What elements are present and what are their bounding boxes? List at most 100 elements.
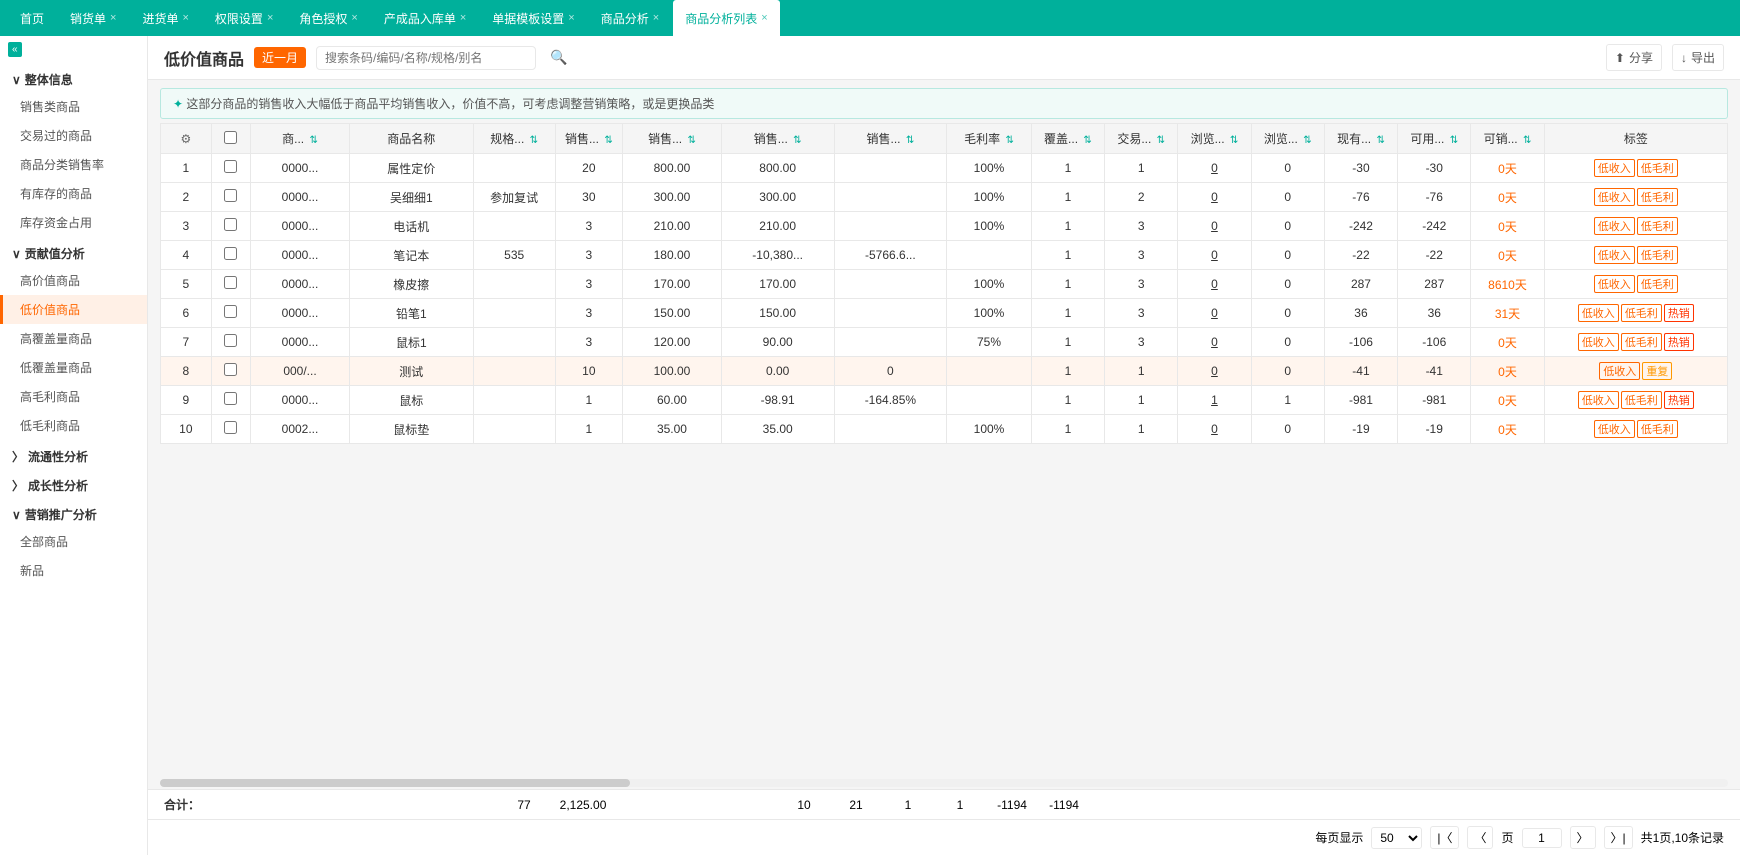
select-all-checkbox[interactable]: [224, 131, 237, 144]
row-checkbox[interactable]: [224, 160, 237, 173]
search-input[interactable]: [316, 46, 536, 70]
cell-sales2: 170.00: [721, 270, 834, 299]
cell-check[interactable]: [211, 415, 250, 444]
sidebar-item-low-margin[interactable]: 低毛利商品: [0, 411, 147, 440]
sidebar-group-growth[interactable]: 〉 成长性分析: [0, 469, 147, 498]
cell-check[interactable]: [211, 357, 250, 386]
cell-check[interactable]: [211, 270, 250, 299]
row-checkbox[interactable]: [224, 421, 237, 434]
sidebar-item-new-goods[interactable]: 新品: [0, 556, 147, 585]
export-label: 导出: [1691, 49, 1715, 66]
nav-product-analysis-list[interactable]: 商品分析列表 ×: [673, 0, 779, 36]
sidebar-group-circulation[interactable]: 〉 流通性分析: [0, 440, 147, 469]
search-icon[interactable]: 🔍: [550, 49, 567, 66]
cell-check[interactable]: [211, 386, 250, 415]
sidebar-item-low-coverage[interactable]: 低覆盖量商品: [0, 353, 147, 382]
horizontal-scrollbar[interactable]: [160, 779, 1728, 787]
export-button[interactable]: ↓ 导出: [1672, 44, 1724, 71]
col-gear[interactable]: ⚙: [161, 124, 212, 154]
sidebar-group-overall[interactable]: ∨ 整体信息: [0, 63, 147, 92]
row-checkbox[interactable]: [224, 363, 237, 376]
cell-browse1[interactable]: 0: [1178, 154, 1251, 183]
cell-browse1[interactable]: 0: [1178, 357, 1251, 386]
sidebar-item-sales-goods[interactable]: 销售类商品: [0, 92, 147, 121]
nav-purchase-close[interactable]: ×: [182, 12, 188, 24]
cell-browse1[interactable]: 0: [1178, 299, 1251, 328]
row-checkbox[interactable]: [224, 276, 237, 289]
sidebar-item-low-value[interactable]: 低价值商品: [0, 295, 147, 324]
nav-sales-close[interactable]: ×: [110, 12, 116, 24]
cell-check[interactable]: [211, 183, 250, 212]
page-number-input[interactable]: [1522, 828, 1562, 848]
row-checkbox[interactable]: [224, 189, 237, 202]
prev-page-button[interactable]: 〈: [1467, 826, 1493, 849]
cell-browse1[interactable]: 0: [1178, 212, 1251, 241]
row-checkbox[interactable]: [224, 247, 237, 260]
cell-browse1[interactable]: 0: [1178, 328, 1251, 357]
cell-trade: 3: [1105, 328, 1178, 357]
sidebar-item-high-margin[interactable]: 高毛利商品: [0, 382, 147, 411]
cell-sku: 0000...: [251, 299, 350, 328]
cell-sales3: [834, 270, 947, 299]
time-tag-button[interactable]: 近一月: [254, 47, 306, 68]
scrollbar-thumb[interactable]: [160, 779, 630, 787]
nav-template-close[interactable]: ×: [568, 12, 574, 24]
cell-no: 1: [161, 154, 212, 183]
cell-coverage: 1: [1031, 154, 1104, 183]
cell-browse1[interactable]: 1: [1178, 386, 1251, 415]
nav-product-storage-close[interactable]: ×: [460, 12, 466, 24]
cell-browse2: 0: [1251, 415, 1324, 444]
row-checkbox[interactable]: [224, 334, 237, 347]
last-page-button[interactable]: 〉|: [1604, 826, 1633, 849]
cell-check[interactable]: [211, 212, 250, 241]
sidebar-item-high-coverage[interactable]: 高覆盖量商品: [0, 324, 147, 353]
row-checkbox[interactable]: [224, 218, 237, 231]
sidebar-item-stock-capital[interactable]: 库存资金占用: [0, 208, 147, 237]
nav-sales[interactable]: 销货单 ×: [58, 0, 128, 36]
cell-check[interactable]: [211, 328, 250, 357]
sidebar-item-all-goods[interactable]: 全部商品: [0, 527, 147, 556]
page-size-select[interactable]: 50 100 200: [1371, 827, 1422, 849]
nav-home[interactable]: 首页: [8, 0, 56, 36]
nav-product-analysis[interactable]: 商品分析 ×: [589, 0, 671, 36]
cell-sales2: -10,380...: [721, 241, 834, 270]
nav-product-analysis-close[interactable]: ×: [653, 12, 659, 24]
cell-browse1[interactable]: 0: [1178, 415, 1251, 444]
cell-browse2: 0: [1251, 357, 1324, 386]
cell-sell: 31天: [1471, 299, 1544, 328]
sidebar-collapse-btn[interactable]: «: [8, 42, 22, 57]
col-avail: 可用... ⇅: [1398, 124, 1471, 154]
row-checkbox[interactable]: [224, 392, 237, 405]
sidebar-item-stocked-goods[interactable]: 有库存的商品: [0, 179, 147, 208]
nav-permission-close[interactable]: ×: [267, 12, 273, 24]
cell-check[interactable]: [211, 299, 250, 328]
nav-permission[interactable]: 权限设置 ×: [203, 0, 285, 36]
row-checkbox[interactable]: [224, 305, 237, 318]
sidebar-item-category-sales-rate[interactable]: 商品分类销售率: [0, 150, 147, 179]
nav-product-storage[interactable]: 产成品入库单 ×: [372, 0, 478, 36]
cell-name: 鼠标: [349, 386, 473, 415]
cell-sales-amt: 210.00: [623, 212, 722, 241]
nav-purchase[interactable]: 进货单 ×: [130, 0, 200, 36]
nav-role[interactable]: 角色授权 ×: [287, 0, 369, 36]
col-check[interactable]: [211, 124, 250, 154]
share-button[interactable]: ⬆ 分享: [1606, 44, 1662, 71]
cell-browse1[interactable]: 0: [1178, 241, 1251, 270]
first-page-button[interactable]: |〈: [1430, 826, 1459, 849]
cell-browse1[interactable]: 0: [1178, 270, 1251, 299]
sidebar-group-marketing[interactable]: ∨ 营销推广分析: [0, 498, 147, 527]
sidebar-item-traded-goods[interactable]: 交易过的商品: [0, 121, 147, 150]
nav-template[interactable]: 单据模板设置 ×: [480, 0, 586, 36]
cell-sku: 000/...: [251, 357, 350, 386]
cell-avail: -106: [1398, 328, 1471, 357]
nav-role-close[interactable]: ×: [351, 12, 357, 24]
nav-product-analysis-list-close[interactable]: ×: [761, 12, 767, 24]
header-actions: ⬆ 分享 ↓ 导出: [1606, 44, 1724, 71]
cell-check[interactable]: [211, 154, 250, 183]
sidebar-group-contribution[interactable]: ∨ 贡献值分析: [0, 237, 147, 266]
cell-browse1[interactable]: 0: [1178, 183, 1251, 212]
table-container[interactable]: ⚙ 商... ⇅ 商品名称 规格... ⇅ 销售... ⇅ 销售... ⇅ 销售…: [160, 123, 1728, 777]
next-page-button[interactable]: 〉: [1570, 826, 1596, 849]
sidebar-item-high-value[interactable]: 高价值商品: [0, 266, 147, 295]
cell-check[interactable]: [211, 241, 250, 270]
